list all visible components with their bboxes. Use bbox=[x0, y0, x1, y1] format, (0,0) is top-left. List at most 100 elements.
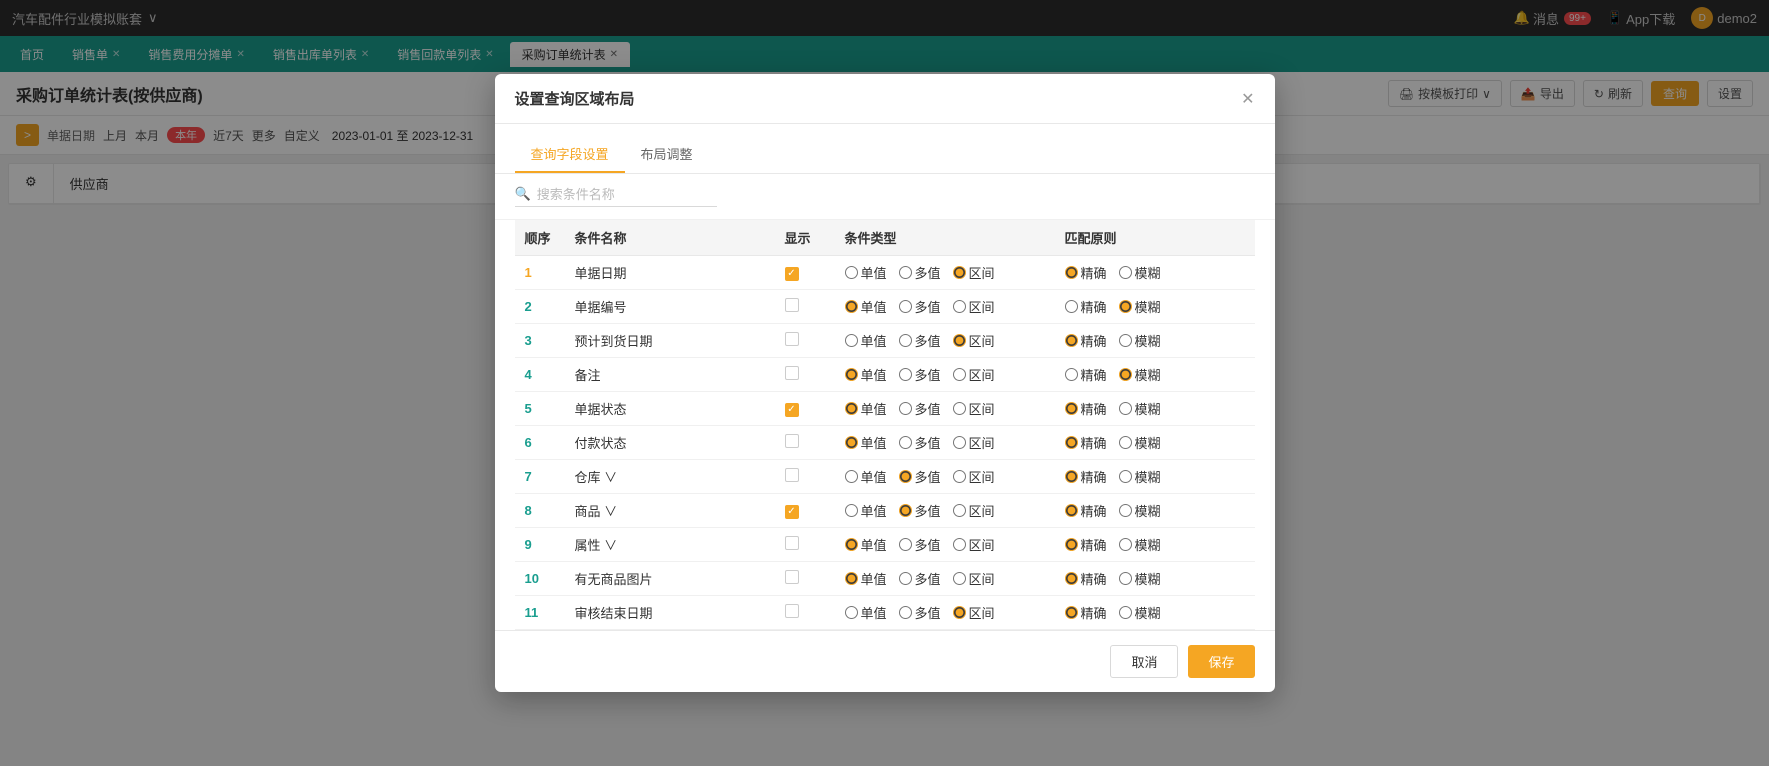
type-single-label[interactable]: 单值 bbox=[845, 501, 887, 520]
type-single-radio[interactable] bbox=[845, 504, 858, 517]
type-multi-label[interactable]: 多值 bbox=[899, 433, 941, 452]
type-multi-label[interactable]: 多值 bbox=[899, 603, 941, 622]
match-exact-label[interactable]: 精确 bbox=[1065, 467, 1107, 486]
type-multi-radio[interactable] bbox=[899, 538, 912, 551]
type-single-radio[interactable] bbox=[845, 368, 858, 381]
type-multi-radio[interactable] bbox=[899, 368, 912, 381]
match-fuzzy-radio[interactable] bbox=[1119, 470, 1132, 483]
match-fuzzy-label[interactable]: 模糊 bbox=[1119, 331, 1161, 350]
type-multi-label[interactable]: 多值 bbox=[899, 365, 941, 384]
match-fuzzy-label[interactable]: 模糊 bbox=[1119, 467, 1161, 486]
type-multi-radio[interactable] bbox=[899, 334, 912, 347]
row-show-checkbox[interactable] bbox=[775, 528, 835, 562]
type-multi-label[interactable]: 多值 bbox=[899, 297, 941, 316]
match-fuzzy-label[interactable]: 模糊 bbox=[1119, 501, 1161, 520]
match-exact-label[interactable]: 精确 bbox=[1065, 535, 1107, 554]
match-fuzzy-radio[interactable] bbox=[1119, 300, 1132, 313]
row-show-checkbox[interactable] bbox=[775, 460, 835, 494]
type-multi-label[interactable]: 多值 bbox=[899, 263, 941, 282]
row-show-checkbox[interactable]: ✓ bbox=[775, 494, 835, 528]
match-fuzzy-label[interactable]: 模糊 bbox=[1119, 263, 1161, 282]
checkbox-unchecked[interactable] bbox=[785, 468, 799, 482]
checkbox-unchecked[interactable] bbox=[785, 332, 799, 346]
type-range-label[interactable]: 区间 bbox=[953, 365, 995, 384]
row-show-checkbox[interactable] bbox=[775, 358, 835, 392]
type-single-radio[interactable] bbox=[845, 300, 858, 313]
type-multi-radio[interactable] bbox=[899, 470, 912, 483]
save-button[interactable]: 保存 bbox=[1188, 645, 1254, 678]
match-exact-label[interactable]: 精确 bbox=[1065, 365, 1107, 384]
type-single-label[interactable]: 单值 bbox=[845, 433, 887, 452]
match-exact-radio[interactable] bbox=[1065, 436, 1078, 449]
type-range-label[interactable]: 区间 bbox=[953, 263, 995, 282]
checkbox-checked[interactable]: ✓ bbox=[785, 403, 799, 417]
type-single-radio[interactable] bbox=[845, 538, 858, 551]
type-range-radio[interactable] bbox=[953, 300, 966, 313]
type-range-radio[interactable] bbox=[953, 402, 966, 415]
match-exact-radio[interactable] bbox=[1065, 266, 1078, 279]
match-fuzzy-radio[interactable] bbox=[1119, 266, 1132, 279]
type-range-radio[interactable] bbox=[953, 334, 966, 347]
search-input[interactable] bbox=[537, 187, 717, 202]
checkbox-checked[interactable]: ✓ bbox=[785, 267, 799, 281]
tab-query-fields[interactable]: 查询字段设置 bbox=[515, 136, 625, 173]
match-exact-radio[interactable] bbox=[1065, 572, 1078, 585]
type-range-label[interactable]: 区间 bbox=[953, 297, 995, 316]
type-range-radio[interactable] bbox=[953, 538, 966, 551]
type-multi-label[interactable]: 多值 bbox=[899, 467, 941, 486]
match-exact-label[interactable]: 精确 bbox=[1065, 297, 1107, 316]
match-exact-radio[interactable] bbox=[1065, 368, 1078, 381]
row-show-checkbox[interactable] bbox=[775, 426, 835, 460]
row-show-checkbox[interactable] bbox=[775, 596, 835, 630]
checkbox-unchecked[interactable] bbox=[785, 604, 799, 618]
type-single-label[interactable]: 单值 bbox=[845, 297, 887, 316]
type-range-label[interactable]: 区间 bbox=[953, 433, 995, 452]
type-single-label[interactable]: 单值 bbox=[845, 569, 887, 588]
type-single-radio[interactable] bbox=[845, 572, 858, 585]
match-exact-radio[interactable] bbox=[1065, 538, 1078, 551]
type-range-radio[interactable] bbox=[953, 266, 966, 279]
match-fuzzy-radio[interactable] bbox=[1119, 402, 1132, 415]
row-show-checkbox[interactable] bbox=[775, 324, 835, 358]
checkbox-unchecked[interactable] bbox=[785, 536, 799, 550]
match-fuzzy-radio[interactable] bbox=[1119, 368, 1132, 381]
dialog-close-button[interactable]: ✕ bbox=[1241, 89, 1254, 109]
type-single-label[interactable]: 单值 bbox=[845, 399, 887, 418]
match-fuzzy-radio[interactable] bbox=[1119, 436, 1132, 449]
type-single-radio[interactable] bbox=[845, 402, 858, 415]
type-single-radio[interactable] bbox=[845, 606, 858, 619]
row-show-checkbox[interactable] bbox=[775, 562, 835, 596]
match-exact-radio[interactable] bbox=[1065, 300, 1078, 313]
type-multi-radio[interactable] bbox=[899, 504, 912, 517]
match-fuzzy-label[interactable]: 模糊 bbox=[1119, 399, 1161, 418]
type-range-label[interactable]: 区间 bbox=[953, 603, 995, 622]
type-range-label[interactable]: 区间 bbox=[953, 331, 995, 350]
type-multi-label[interactable]: 多值 bbox=[899, 501, 941, 520]
match-exact-label[interactable]: 精确 bbox=[1065, 263, 1107, 282]
match-exact-radio[interactable] bbox=[1065, 504, 1078, 517]
type-multi-radio[interactable] bbox=[899, 606, 912, 619]
checkbox-checked[interactable]: ✓ bbox=[785, 505, 799, 519]
type-range-radio[interactable] bbox=[953, 572, 966, 585]
type-multi-radio[interactable] bbox=[899, 436, 912, 449]
match-exact-label[interactable]: 精确 bbox=[1065, 331, 1107, 350]
match-exact-radio[interactable] bbox=[1065, 606, 1078, 619]
type-multi-label[interactable]: 多值 bbox=[899, 331, 941, 350]
type-single-label[interactable]: 单值 bbox=[845, 535, 887, 554]
match-exact-label[interactable]: 精确 bbox=[1065, 569, 1107, 588]
match-fuzzy-radio[interactable] bbox=[1119, 606, 1132, 619]
match-exact-label[interactable]: 精确 bbox=[1065, 399, 1107, 418]
type-range-radio[interactable] bbox=[953, 470, 966, 483]
match-exact-label[interactable]: 精确 bbox=[1065, 433, 1107, 452]
type-multi-label[interactable]: 多值 bbox=[899, 399, 941, 418]
match-fuzzy-radio[interactable] bbox=[1119, 334, 1132, 347]
match-fuzzy-label[interactable]: 模糊 bbox=[1119, 297, 1161, 316]
checkbox-unchecked[interactable] bbox=[785, 570, 799, 584]
type-single-label[interactable]: 单值 bbox=[845, 365, 887, 384]
type-single-label[interactable]: 单值 bbox=[845, 331, 887, 350]
type-single-radio[interactable] bbox=[845, 436, 858, 449]
type-single-radio[interactable] bbox=[845, 266, 858, 279]
match-fuzzy-label[interactable]: 模糊 bbox=[1119, 365, 1161, 384]
type-multi-radio[interactable] bbox=[899, 402, 912, 415]
type-range-label[interactable]: 区间 bbox=[953, 467, 995, 486]
